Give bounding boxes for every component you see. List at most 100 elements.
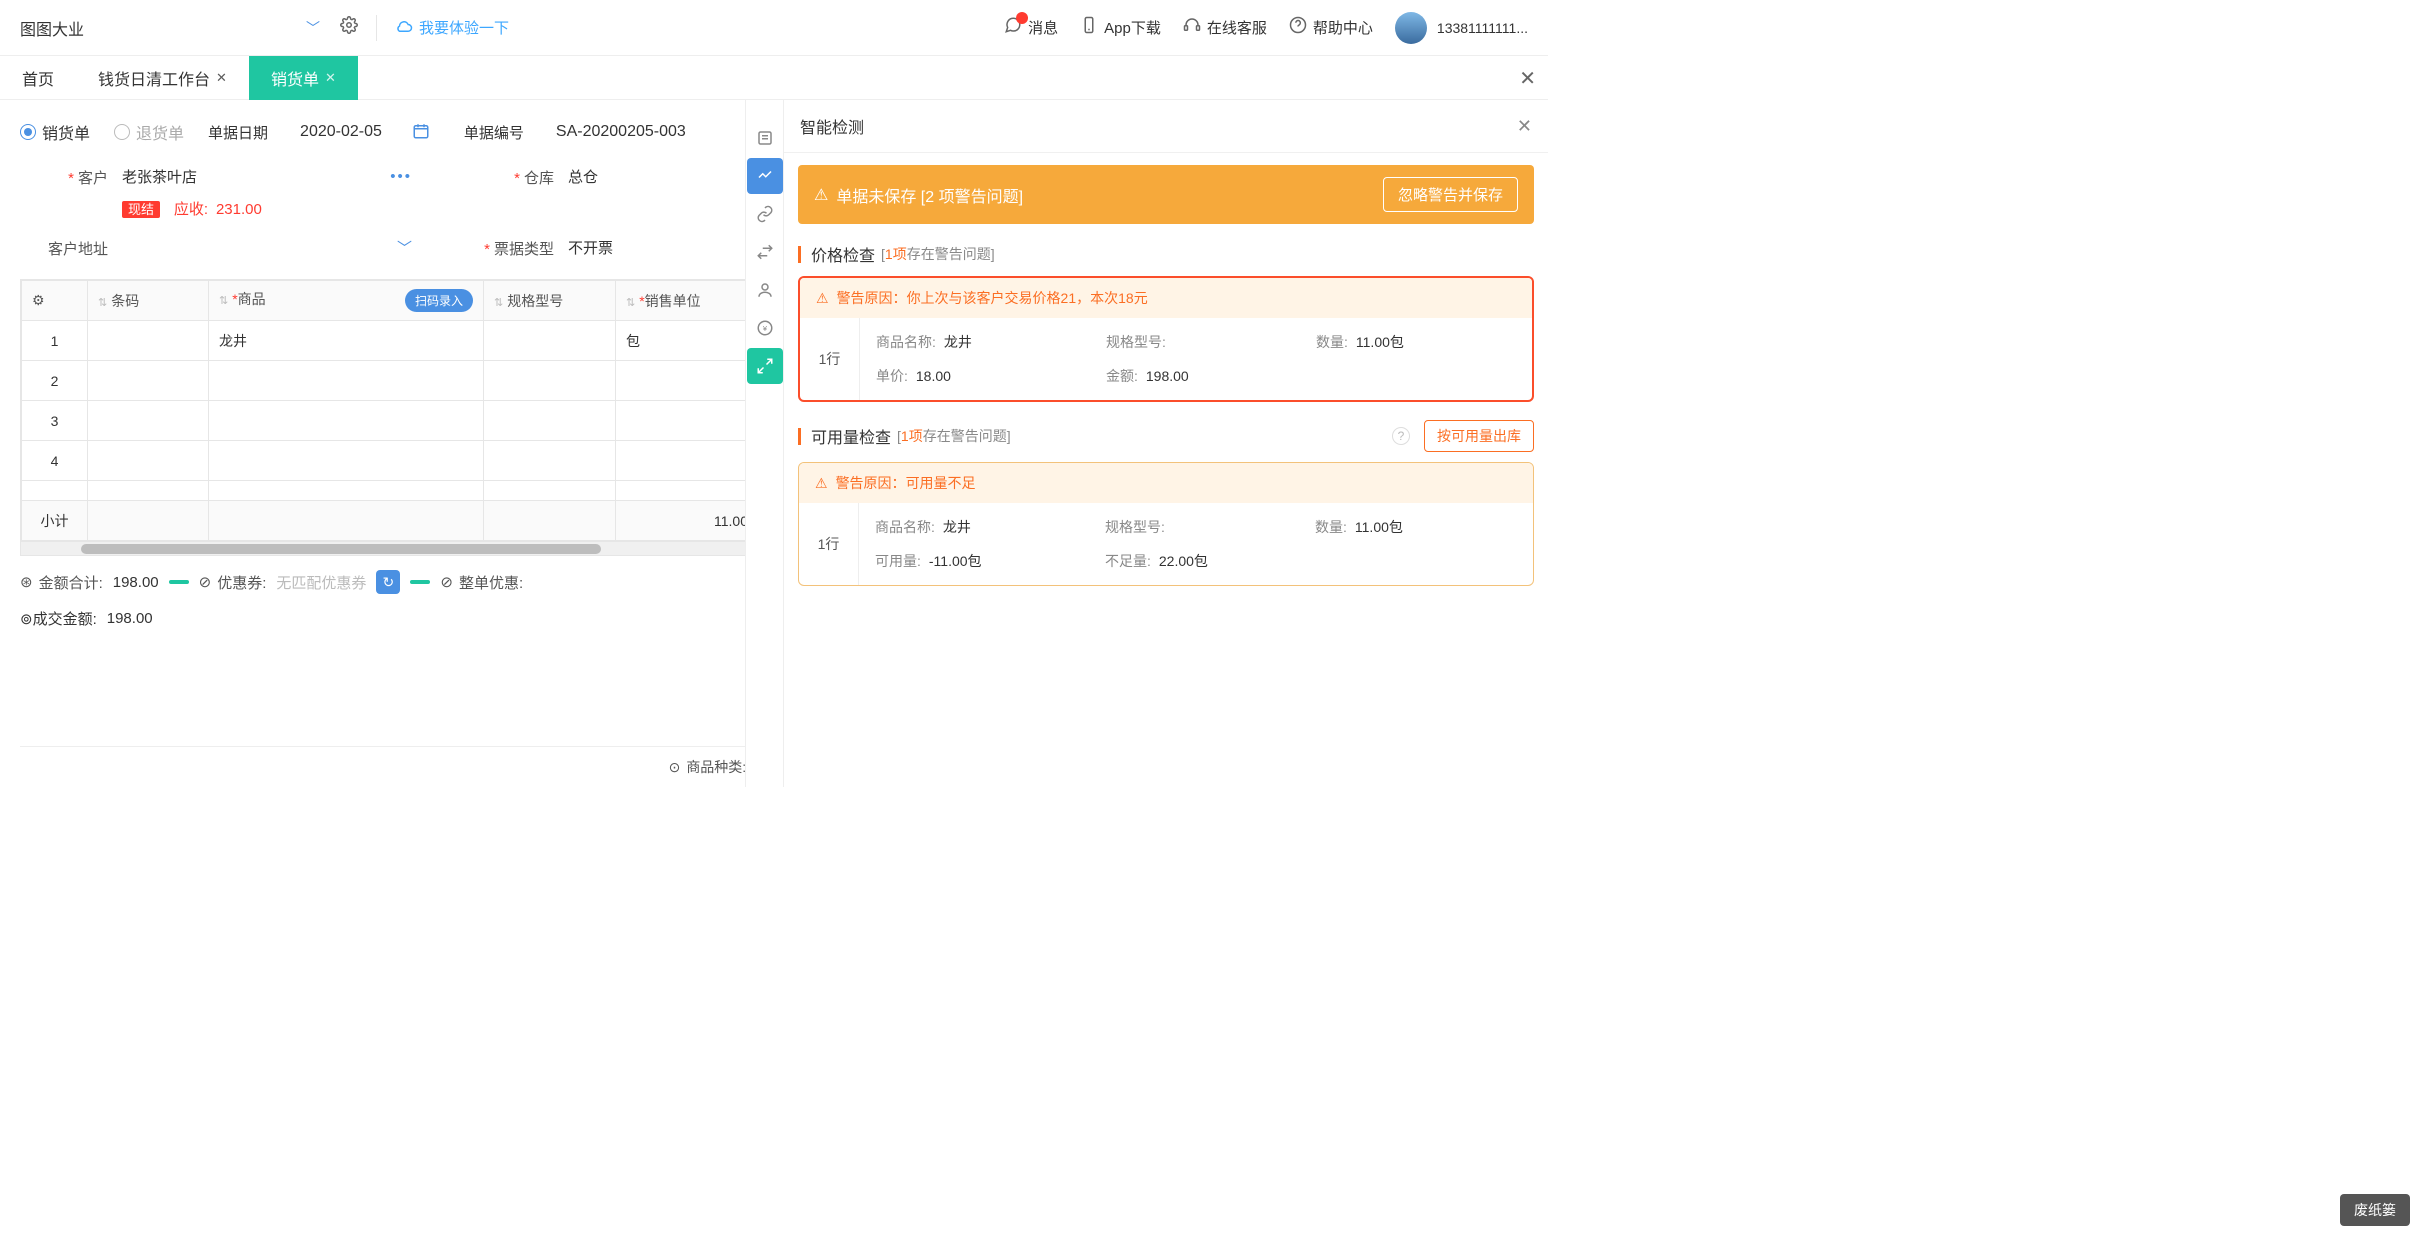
help-center-link[interactable]: 帮助中心 [1289,16,1373,39]
tool-swap-icon[interactable] [747,234,783,270]
row-customer: *客户 老张茶叶店 ••• *仓库 总仓 [20,154,745,200]
tabs-close-icon[interactable]: ✕ [1519,66,1536,91]
cell-model[interactable] [484,361,616,401]
scan-entry-button[interactable]: 扫码录入 [405,289,473,312]
th-barcode[interactable]: ⇅条码 [88,281,209,321]
coupon-icon: ⊘ [199,573,212,591]
invoice-type-value: 不开票 [568,237,613,258]
message-icon [1004,16,1022,39]
cell-idx: 2 [22,361,88,401]
cell-idx [22,481,88,501]
coupon-value[interactable]: 无匹配优惠券 [276,572,366,593]
doc-date-value[interactable]: 2020-02-05 [300,123,382,141]
try-experience-link[interactable]: 我要体验一下 [395,17,509,39]
tab-sales-order-label: 销货单 [271,66,319,90]
help-icon [1289,16,1307,39]
smart-check-title: 智能检测 [800,114,864,138]
ignore-save-button[interactable]: 忽略警告并保存 [1383,177,1518,212]
cell-barcode[interactable] [88,321,209,361]
scrollbar-thumb[interactable] [81,544,601,554]
table-row[interactable] [22,481,746,501]
cell-barcode[interactable] [88,401,209,441]
table-row[interactable]: 1 龙井 包 [22,321,746,361]
company-select[interactable]: 图图大业 ﹀ [20,16,320,40]
horizontal-scrollbar[interactable] [20,542,745,556]
cell-product[interactable] [209,441,484,481]
close-icon[interactable]: ✕ [325,70,336,86]
currency-icon: ⊛ [20,573,33,591]
table-row[interactable]: 3 [22,401,746,441]
cell-unit[interactable] [616,441,746,481]
warehouse-input[interactable]: 总仓 [568,162,708,192]
cell-model[interactable] [484,321,616,361]
warehouse-value: 总仓 [568,166,598,187]
table-row[interactable]: 2 [22,361,746,401]
tool-list-icon[interactable] [747,120,783,156]
cell-unit[interactable] [616,361,746,401]
th-unit[interactable]: ⇅*销售单位 [616,281,746,321]
cell-product[interactable]: 龙井 [209,321,484,361]
sort-icon: ⇅ [626,297,635,309]
tool-expand-icon[interactable] [747,348,783,384]
messages-link[interactable]: 消息 [1004,16,1058,39]
tool-person-icon[interactable] [747,272,783,308]
warning-banner: ⚠ 单据未保存 [2 项警告问题] 忽略警告并保存 [798,165,1534,224]
table-row[interactable]: 4 [22,441,746,481]
cell-idx: 3 [22,401,88,441]
close-icon[interactable]: ✕ [216,70,227,86]
cell-model[interactable] [484,401,616,441]
invoice-type-input[interactable]: 不开票 [568,233,708,263]
tab-workbench[interactable]: 钱货日清工作台 ✕ [76,56,249,100]
help-icon[interactable]: ? [1392,427,1410,445]
th-product[interactable]: ⇅*商品 扫码录入 [209,281,484,321]
avail-warning-head: ⚠ 警告原因：可用量不足 [799,463,1533,503]
customer-input[interactable]: 老张茶叶店 ••• [122,162,412,192]
heading-bar [798,246,801,263]
subtotal-value: 11.00 [616,501,746,541]
th-model[interactable]: ⇅规格型号 [484,281,616,321]
row-index: 1行 [800,318,860,400]
avatar [1395,12,1427,44]
user-menu[interactable]: 13381111111... [1395,12,1528,44]
sync-icon[interactable]: ↻ [376,570,400,594]
doc-type-row: 销货单 退货单 单据日期 2020-02-05 单据编号 SA-20200205… [20,110,745,154]
tool-currency-icon[interactable]: ¥ [747,310,783,346]
cell-barcode[interactable] [88,361,209,401]
radio-icon [114,124,130,140]
chevron-down-icon[interactable]: ﹀ [397,237,412,258]
gear-icon[interactable] [340,16,358,39]
tool-chart-icon[interactable] [747,158,783,194]
th-settings[interactable]: ⚙ [22,281,88,321]
cell-model[interactable] [484,441,616,481]
tab-home-label: 首页 [22,66,54,90]
trash-button[interactable]: 废纸篓 [2340,1194,2410,1226]
tab-home[interactable]: 首页 [0,56,76,100]
ship-by-available-button[interactable]: 按可用量出库 [1424,420,1534,452]
cell-barcode[interactable] [88,441,209,481]
close-icon[interactable]: ✕ [1517,116,1532,137]
online-service-link[interactable]: 在线客服 [1183,16,1267,39]
cell-product[interactable] [209,361,484,401]
final-value: 198.00 [107,610,153,627]
doc-date-label: 单据日期 [208,122,268,143]
cell-unit[interactable]: 包 [616,321,746,361]
cell-product[interactable] [209,401,484,441]
try-link-text: 我要体验一下 [419,17,509,38]
radio-sales[interactable]: 销货单 [20,120,90,144]
radio-return[interactable]: 退货单 [114,120,184,144]
tool-link-icon[interactable] [747,196,783,232]
address-input[interactable]: ﹀ [122,233,412,263]
cell-idx: 4 [22,441,88,481]
kind-icon: ⊙ [669,759,681,776]
notification-dot [1016,12,1028,24]
smart-check-header: 智能检测 ✕ [784,100,1548,153]
cell-unit[interactable] [616,401,746,441]
totals-row: ⊛金额合计: 198.00 ⊘优惠券: 无匹配优惠券 ↻ ⊘整单优惠: [20,556,745,600]
customer-sub-info: 现结 应收: 231.00 [122,198,745,219]
more-icon[interactable]: ••• [390,168,412,185]
price-warning-head: ⚠ 警告原因：你上次与该客户交易价格21，本次18元 [800,278,1532,318]
calendar-icon[interactable] [412,122,430,143]
app-download-link[interactable]: App下载 [1080,16,1161,39]
tab-sales-order[interactable]: 销货单 ✕ [249,56,358,100]
main: 销货单 退货单 单据日期 2020-02-05 单据编号 SA-20200205… [0,100,1548,787]
